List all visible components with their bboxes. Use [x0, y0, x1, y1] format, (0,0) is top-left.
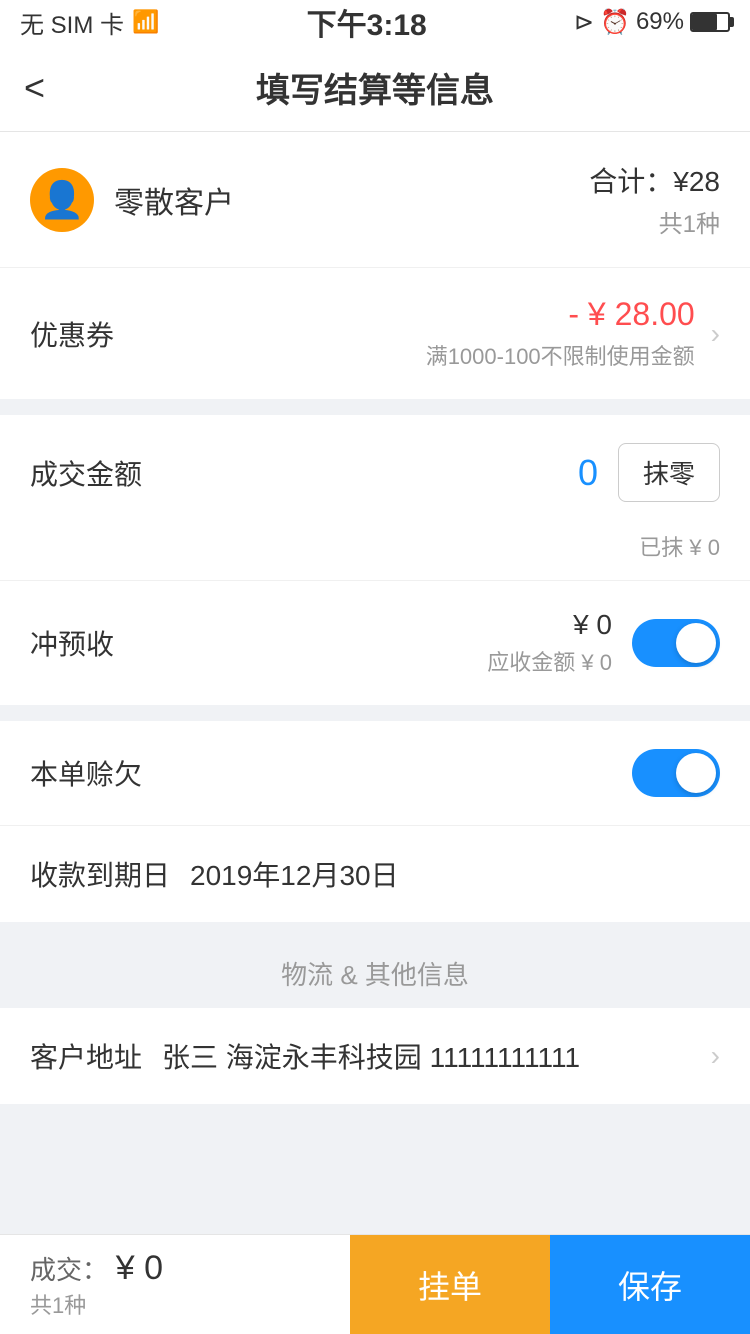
- customer-row: 👤 零散客户 合计：¥28 共1种: [0, 132, 750, 267]
- coupon-value: - ¥ 28.00 满1000-100不限制使用金额: [426, 296, 695, 371]
- prepay-amount: ¥ 0: [487, 609, 612, 641]
- hang-button[interactable]: 挂单: [350, 1235, 550, 1334]
- total-amount: 合计：¥28: [589, 160, 720, 200]
- time-label: 下午3:18: [307, 0, 427, 44]
- chevron-right-icon: ›: [711, 318, 720, 350]
- alarm-icon: ⏰: [600, 8, 630, 37]
- wifi-icon: 📶: [132, 9, 159, 35]
- transaction-section: 成交金额 0 抹零 已抹 ¥ 0 冲预收 ¥ 0 应收金额 ¥ 0: [0, 415, 750, 705]
- customer-total: 合计：¥28 共1种: [589, 160, 720, 239]
- bottom-amount: ¥ 0: [116, 1249, 163, 1287]
- bottom-summary-line1: 成交： ¥ 0: [30, 1249, 320, 1288]
- avatar: 👤: [30, 168, 94, 232]
- prepay-row: 冲预收 ¥ 0 应收金额 ¥ 0: [0, 580, 750, 705]
- address-value: 张三 海淀永丰科技园 11111111111: [162, 1036, 580, 1076]
- transaction-label: 成交金额: [30, 453, 142, 493]
- bottom-count: 共1种: [30, 1288, 320, 1320]
- logistics-label: 物流 & 其他信息: [281, 955, 469, 992]
- save-button[interactable]: 保存: [550, 1235, 750, 1334]
- coupon-desc: 满1000-100不限制使用金额: [426, 339, 695, 371]
- address-row[interactable]: 客户地址 张三 海淀永丰科技园 11111111111 ›: [0, 1008, 750, 1104]
- prepay-right: ¥ 0 应收金额 ¥ 0: [487, 609, 720, 677]
- transaction-row: 成交金额 0 抹零: [0, 415, 750, 530]
- avatar-icon: 👤: [40, 179, 85, 221]
- due-date-value: 2019年12月30日: [190, 854, 399, 894]
- nav-bar: < 填写结算等信息: [0, 44, 750, 132]
- prepay-toggle[interactable]: [632, 619, 720, 667]
- prepay-receivable: 应收金额 ¥ 0: [487, 645, 612, 677]
- prepay-label: 冲预收: [30, 623, 114, 663]
- coupon-row[interactable]: 优惠券 - ¥ 28.00 满1000-100不限制使用金额 ›: [0, 267, 750, 399]
- debt-section: 本单赊欠 收款到期日 2019年12月30日: [0, 721, 750, 922]
- battery-icon: [690, 12, 730, 32]
- page-title: 填写结算等信息: [256, 63, 494, 112]
- transaction-amount: 0: [578, 452, 598, 494]
- address-chevron-icon: ›: [711, 1040, 720, 1072]
- main-content: 👤 零散客户 合计：¥28 共1种 优惠券 - ¥ 28.00 满1000-10…: [0, 132, 750, 1240]
- address-label: 客户地址: [30, 1036, 142, 1076]
- logistics-divider: 物流 & 其他信息: [0, 938, 750, 1008]
- battery-percent: 69%: [636, 8, 684, 36]
- debt-label: 本单赊欠: [30, 753, 142, 793]
- debt-row: 本单赊欠: [0, 721, 750, 825]
- due-date-label: 收款到期日: [30, 854, 170, 894]
- prepay-info: ¥ 0 应收金额 ¥ 0: [487, 609, 612, 677]
- customer-info: 👤 零散客户: [30, 168, 234, 232]
- address-section: 客户地址 张三 海淀永丰科技园 11111111111 ›: [0, 1008, 750, 1104]
- customer-card: 👤 零散客户 合计：¥28 共1种 优惠券 - ¥ 28.00 满1000-10…: [0, 132, 750, 399]
- bottom-bar: 成交： ¥ 0 共1种 挂单 保存: [0, 1234, 750, 1334]
- already-rounded-label: 已抹 ¥ 0: [0, 530, 750, 580]
- coupon-label: 优惠券: [30, 314, 114, 354]
- coupon-right-area: - ¥ 28.00 满1000-100不限制使用金额 ›: [426, 296, 720, 371]
- carrier-label: 无 SIM 卡: [20, 5, 124, 40]
- total-count: 共1种: [589, 204, 720, 239]
- coupon-discount: - ¥ 28.00: [426, 296, 695, 333]
- bottom-title: 成交：: [30, 1255, 108, 1285]
- debt-toggle[interactable]: [632, 749, 720, 797]
- back-button[interactable]: <: [24, 67, 45, 109]
- bottom-summary: 成交： ¥ 0 共1种: [0, 1249, 350, 1320]
- status-bar: 无 SIM 卡 📶 下午3:18 ⊳ ⏰ 69%: [0, 0, 750, 44]
- customer-name: 零散客户: [114, 178, 234, 222]
- address-left: 客户地址 张三 海淀永丰科技园 11111111111: [30, 1036, 580, 1076]
- due-date-row: 收款到期日 2019年12月30日: [0, 825, 750, 922]
- location-icon: ⊳: [574, 8, 594, 37]
- status-right: ⊳ ⏰ 69%: [574, 8, 730, 37]
- debt-toggle-knob: [676, 753, 716, 793]
- round-zero-button[interactable]: 抹零: [618, 443, 720, 502]
- toggle-knob: [676, 623, 716, 663]
- status-left: 无 SIM 卡 📶: [20, 5, 159, 40]
- transaction-right: 0 抹零: [578, 443, 720, 502]
